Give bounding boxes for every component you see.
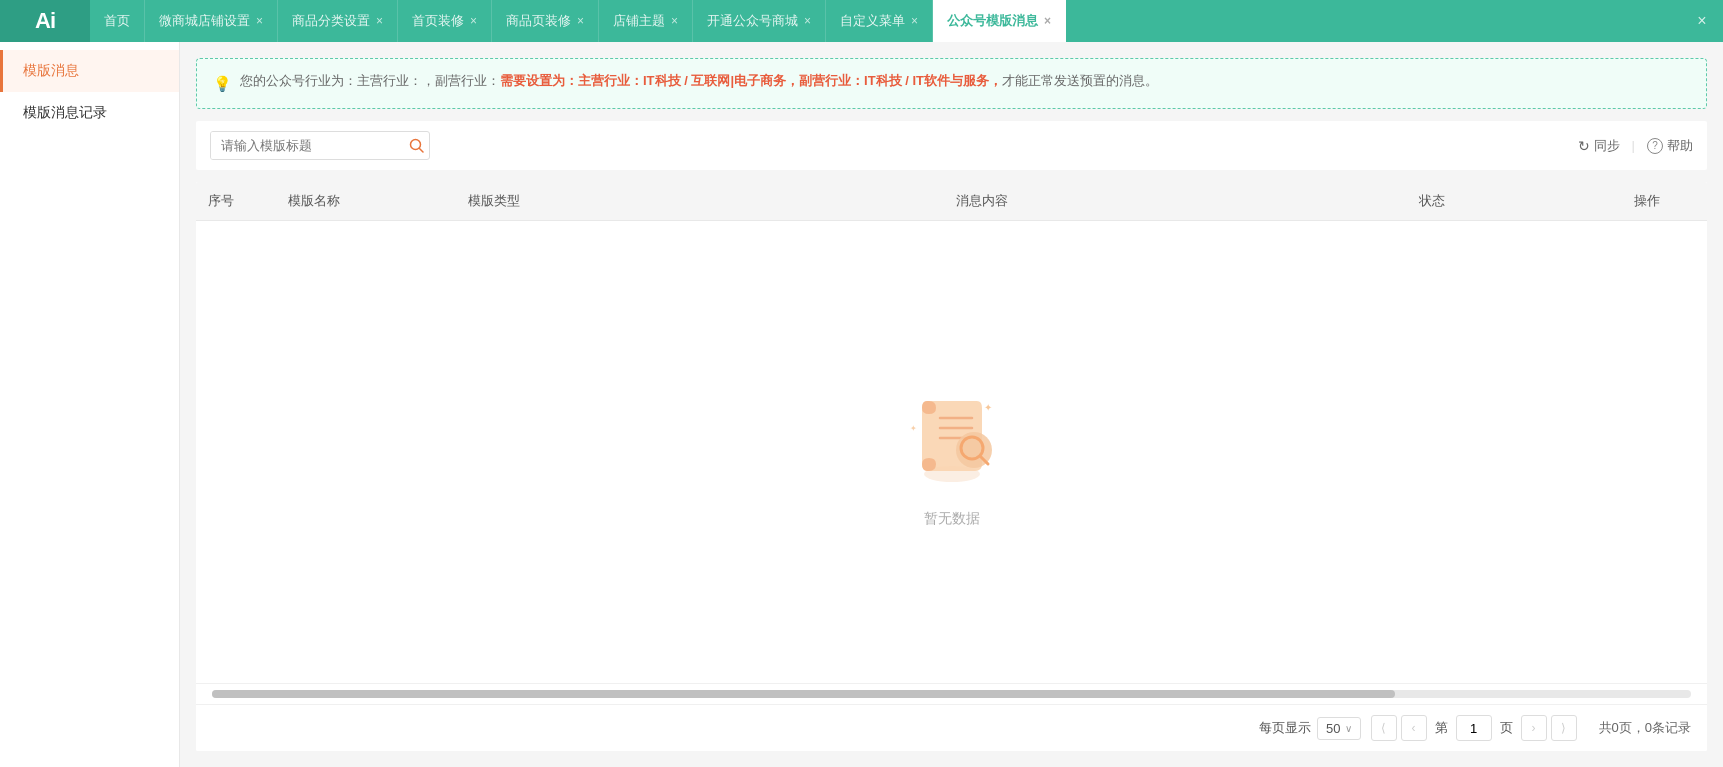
th-action: 操作 — [1587, 182, 1707, 220]
nav-tab-label-home-decor: 首页装修 — [412, 12, 464, 30]
th-name: 模版名称 — [276, 182, 456, 220]
nav-tab-close-shop-settings[interactable]: × — [256, 15, 263, 27]
toolbar-actions: ↻ 同步 | ? 帮助 — [1578, 137, 1693, 155]
nav-tab-home-decor[interactable]: 首页装修 × — [398, 0, 492, 42]
page-label: 第 — [1435, 719, 1448, 737]
notice-highlight: 需要设置为：主营行业：IT科技 / 互联网|电子商务，副营行业：IT科技 / I… — [500, 73, 1002, 88]
sidebar-item-template-msg[interactable]: 模版消息 — [0, 50, 179, 92]
top-nav: Ai 首页微商城店铺设置×商品分类设置×首页装修×商品页装修×店铺主题×开通公众… — [0, 0, 1723, 42]
prev-page-button[interactable]: ‹ — [1401, 715, 1427, 741]
sync-button[interactable]: ↻ 同步 — [1578, 137, 1620, 155]
chevron-down-icon: ∨ — [1345, 723, 1352, 734]
nav-tab-shop-theme[interactable]: 店铺主题 × — [599, 0, 693, 42]
search-input[interactable] — [211, 132, 399, 159]
next-page-button[interactable]: › — [1521, 715, 1547, 741]
nav-tab-label-product-decor: 商品页装修 — [506, 12, 571, 30]
nav-tab-label-open-mall: 开通公众号商城 — [707, 12, 798, 30]
pagination-row: 每页显示 50 ∨ ⟨ ‹ 第 页 › ⟩ 共0页，0条记录 — [196, 704, 1707, 751]
nav-tab-close-template-msg[interactable]: × — [1044, 15, 1051, 27]
nav-tab-label-template-msg: 公众号模版消息 — [947, 12, 1038, 30]
nav-tab-close-category-settings[interactable]: × — [376, 15, 383, 27]
help-icon: ? — [1647, 138, 1663, 154]
first-page-button[interactable]: ⟨ — [1371, 715, 1397, 741]
page-unit: 页 — [1500, 719, 1513, 737]
total-text: 共0页，0条记录 — [1599, 719, 1691, 737]
page-size-select: 每页显示 50 ∨ — [1259, 717, 1360, 740]
nav-tab-open-mall[interactable]: 开通公众号商城 × — [693, 0, 826, 42]
th-seq: 序号 — [196, 182, 276, 220]
main-layout: 模版消息模版消息记录 💡 您的公众号行业为：主营行业：，副营行业：需要设置为：主… — [0, 42, 1723, 767]
page-input[interactable] — [1456, 715, 1492, 741]
table-body-empty: ✦ ✦ 暂无数据 — [196, 221, 1707, 683]
nav-tab-home[interactable]: 首页 — [90, 0, 145, 42]
table-wrap: 序号 模版名称 模版类型 消息内容 状态 操作 — [196, 182, 1707, 751]
close-all-tabs-button[interactable]: × — [1681, 0, 1723, 42]
empty-illustration: ✦ ✦ — [892, 376, 1012, 496]
toolbar: ↻ 同步 | ? 帮助 — [196, 121, 1707, 170]
nav-tab-label-shop-settings: 微商城店铺设置 — [159, 12, 250, 30]
help-button[interactable]: ? 帮助 — [1647, 137, 1693, 155]
th-content: 消息内容 — [556, 182, 1407, 220]
sidebar-item-template-msg-record[interactable]: 模版消息记录 — [0, 92, 179, 134]
divider: | — [1632, 138, 1635, 153]
svg-text:✦: ✦ — [984, 402, 992, 413]
scrollbar-track[interactable] — [212, 690, 1691, 698]
search-icon — [409, 138, 424, 153]
nav-tab-label-home: 首页 — [104, 12, 130, 30]
th-type: 模版类型 — [456, 182, 556, 220]
page-size-label: 每页显示 — [1259, 719, 1311, 737]
nav-tab-template-msg[interactable]: 公众号模版消息 × — [933, 0, 1066, 42]
content-area: 💡 您的公众号行业为：主营行业：，副营行业：需要设置为：主营行业：IT科技 / … — [180, 42, 1723, 767]
nav-tab-close-open-mall[interactable]: × — [804, 15, 811, 27]
app-logo: Ai — [0, 0, 90, 42]
sidebar: 模版消息模版消息记录 — [0, 42, 180, 767]
th-status: 状态 — [1407, 182, 1587, 220]
empty-text: 暂无数据 — [924, 510, 980, 528]
nav-tab-close-home-decor[interactable]: × — [470, 15, 477, 27]
nav-tab-close-shop-theme[interactable]: × — [671, 15, 678, 27]
nav-tab-close-product-decor[interactable]: × — [577, 15, 584, 27]
page-nav: ⟨ ‹ 第 页 › ⟩ — [1371, 715, 1577, 741]
svg-text:✦: ✦ — [910, 424, 917, 433]
bulb-icon: 💡 — [213, 72, 232, 96]
nav-tab-label-category-settings: 商品分类设置 — [292, 12, 370, 30]
table-header: 序号 模版名称 模版类型 消息内容 状态 操作 — [196, 182, 1707, 221]
nav-tab-shop-settings[interactable]: 微商城店铺设置 × — [145, 0, 278, 42]
nav-tab-custom-menu[interactable]: 自定义菜单 × — [826, 0, 933, 42]
search-button[interactable] — [399, 138, 430, 153]
nav-tab-close-custom-menu[interactable]: × — [911, 15, 918, 27]
page-size-dropdown[interactable]: 50 ∨ — [1317, 717, 1360, 740]
nav-tab-label-shop-theme: 店铺主题 — [613, 12, 665, 30]
sync-icon: ↻ — [1578, 138, 1590, 154]
nav-tab-product-decor[interactable]: 商品页装修 × — [492, 0, 599, 42]
nav-tab-category-settings[interactable]: 商品分类设置 × — [278, 0, 398, 42]
svg-line-1 — [420, 149, 424, 153]
search-area — [210, 131, 430, 160]
last-page-button[interactable]: ⟩ — [1551, 715, 1577, 741]
notice-box: 💡 您的公众号行业为：主营行业：，副营行业：需要设置为：主营行业：IT科技 / … — [196, 58, 1707, 109]
nav-tab-label-custom-menu: 自定义菜单 — [840, 12, 905, 30]
scrollbar-row[interactable] — [196, 683, 1707, 704]
nav-tabs-area: 首页微商城店铺设置×商品分类设置×首页装修×商品页装修×店铺主题×开通公众号商城… — [90, 0, 1681, 42]
scrollbar-thumb — [212, 690, 1395, 698]
notice-text: 您的公众号行业为：主营行业：，副营行业：需要设置为：主营行业：IT科技 / 互联… — [240, 71, 1158, 92]
